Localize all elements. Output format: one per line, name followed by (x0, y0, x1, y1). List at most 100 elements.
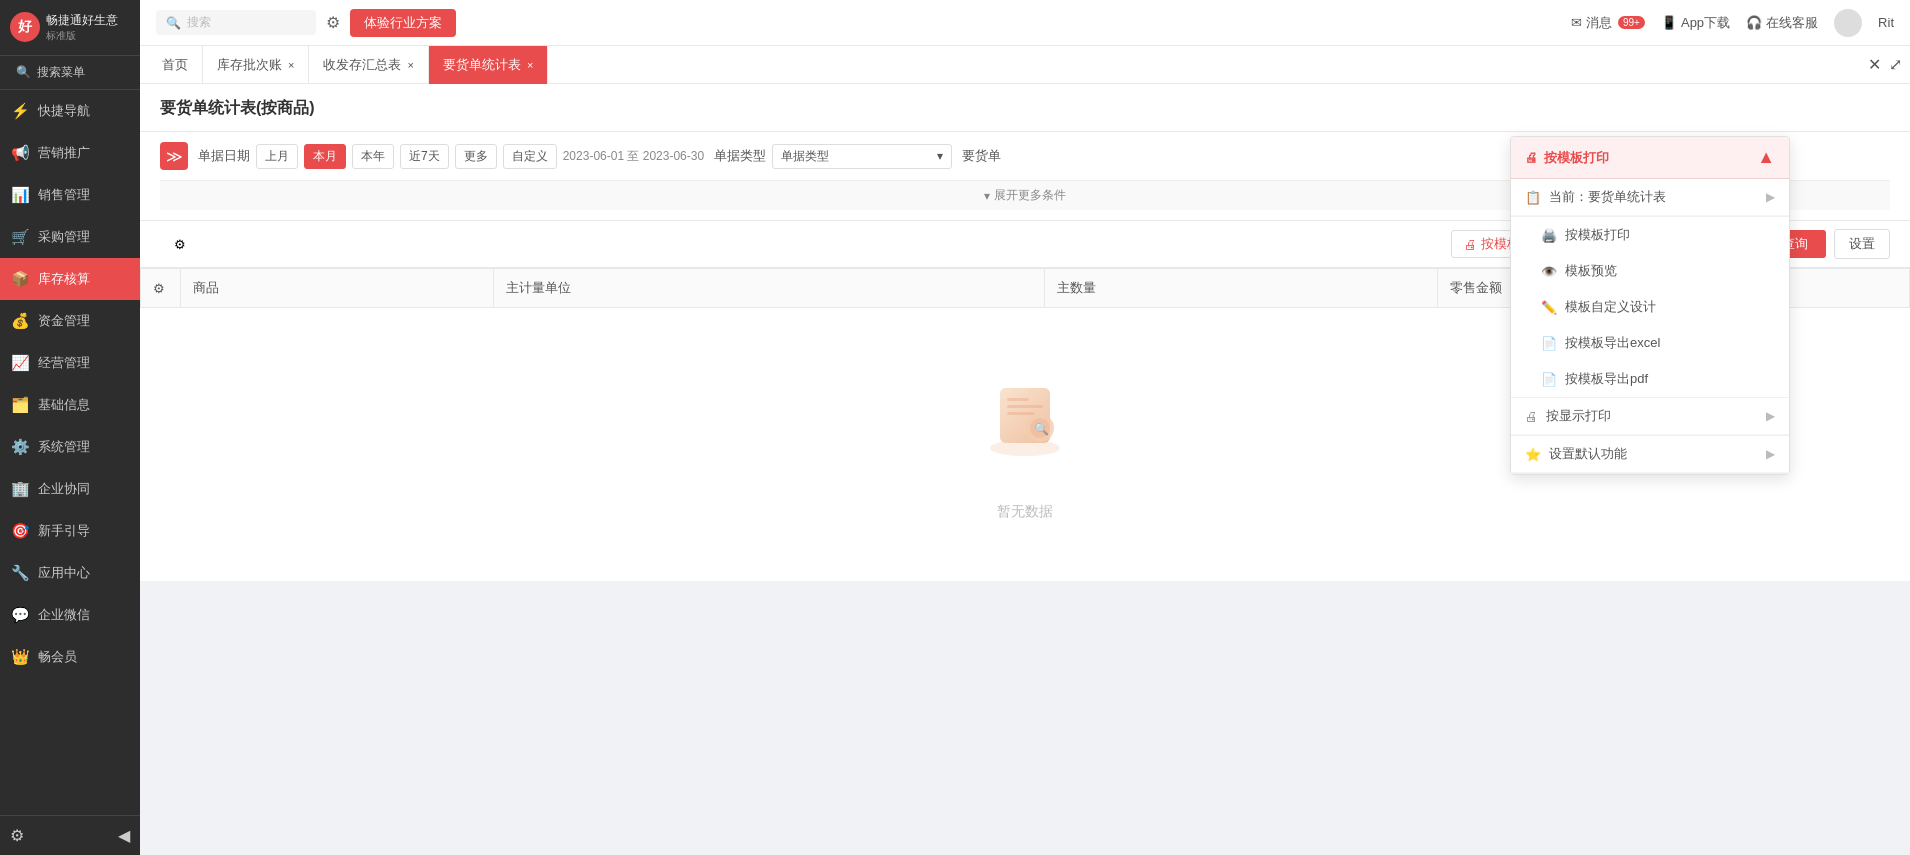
app-download-btn[interactable]: 📱 App下载 (1661, 14, 1730, 32)
tab-batch[interactable]: 库存批次账 × (203, 46, 309, 84)
tab-batch-close[interactable]: × (288, 59, 294, 71)
template-design-icon: ✏️ (1541, 300, 1557, 315)
vip-icon: 👑 (10, 647, 30, 667)
sidebar-item-finance[interactable]: 💰 资金管理 (0, 300, 140, 342)
online-service-btn[interactable]: 🎧 在线客服 (1746, 14, 1818, 32)
messages-btn[interactable]: ✉ 消息 99+ (1571, 14, 1645, 32)
date-filter-group: 单据日期 上月 本月 本年 近7天 更多 自定义 2023-06-01 至 20… (198, 144, 704, 169)
sidebar-item-basic[interactable]: 🗂️ 基础信息 (0, 384, 140, 426)
col-product: 商品 (181, 269, 494, 308)
template-preview-icon: 👁️ (1541, 264, 1557, 279)
tabbar-close-all-icon[interactable]: ✕ (1868, 55, 1881, 74)
sidebar-item-system[interactable]: ⚙️ 系统管理 (0, 426, 140, 468)
tab-order-stats-close[interactable]: × (527, 59, 533, 71)
user-name: Rit (1878, 15, 1894, 30)
marketing-icon: 📢 (10, 143, 30, 163)
sidebar-item-vip[interactable]: 👑 畅会员 (0, 636, 140, 678)
type-select[interactable]: 单据类型 ▾ (772, 144, 952, 169)
wechat-icon: 💬 (10, 605, 30, 625)
basic-icon: 🗂️ (10, 395, 30, 415)
svg-rect-5 (1007, 412, 1035, 415)
date-btn-7days[interactable]: 近7天 (400, 144, 449, 169)
finance-icon: 💰 (10, 311, 30, 331)
date-btn-last-month[interactable]: 上月 (256, 144, 298, 169)
dropdown-items-section: 🖨️ 按模板打印 👁️ 模板预览 ✏️ 模板自定义设计 (1511, 217, 1789, 398)
settings-btn[interactable]: 设置 (1834, 229, 1890, 259)
tab-home[interactable]: 首页 (148, 46, 203, 84)
sidebar-item-wechat[interactable]: 💬 企业微信 (0, 594, 140, 636)
sidebar-item-marketing[interactable]: 📢 营销推广 (0, 132, 140, 174)
settings-footer-icon[interactable]: ⚙ (10, 826, 24, 845)
filter-collapse-btn[interactable]: ≫ (160, 142, 188, 170)
service-icon: 🎧 (1746, 15, 1762, 30)
svg-rect-4 (1007, 405, 1043, 408)
enterprise-icon: 🏢 (10, 479, 30, 499)
current-chevron-icon: ▶ (1766, 190, 1775, 204)
dropdown-current-item[interactable]: 📋 当前：要货单统计表 ▶ (1511, 179, 1789, 216)
date-btn-more[interactable]: 更多 (455, 144, 497, 169)
dropdown-set-default[interactable]: ⭐ 设置默认功能 ▶ (1511, 436, 1789, 473)
date-btn-this-month[interactable]: 本月 (304, 144, 346, 169)
date-btn-this-year[interactable]: 本年 (352, 144, 394, 169)
toolbar-left: ⚙ (160, 237, 200, 252)
date-btn-custom[interactable]: 自定义 (503, 144, 557, 169)
tabbar-expand-icon[interactable]: ⤢ (1889, 55, 1902, 74)
message-icon: ✉ (1571, 15, 1582, 30)
print-dropdown: 🖨 按模板打印 ▲ 📋 当前：要货单统计表 ▶ 🖨️ (1510, 136, 1790, 475)
dropdown-item-template-print[interactable]: 🖨️ 按模板打印 (1511, 217, 1789, 253)
avatar[interactable] (1834, 9, 1862, 37)
current-item-left: 📋 当前：要货单统计表 (1525, 188, 1666, 206)
search-icon: 🔍 (16, 65, 31, 79)
collapse-icon[interactable]: ◀ (118, 826, 130, 845)
dropdown-item-template-preview[interactable]: 👁️ 模板预览 (1511, 253, 1789, 289)
topbar-gear-icon[interactable]: ⚙ (326, 13, 340, 32)
sidebar-item-appstore[interactable]: 🔧 应用中心 (0, 552, 140, 594)
sidebar-item-operations[interactable]: 📈 经营管理 (0, 342, 140, 384)
sidebar-footer: ⚙ ◀ (0, 815, 140, 855)
topbar-search-box[interactable]: 🔍 搜索 (156, 10, 316, 35)
printer-dropdown-icon: 🖨 (1525, 150, 1538, 165)
dropdown-item-export-excel[interactable]: 📄 按模板导出excel (1511, 325, 1789, 361)
sidebar-search[interactable]: 🔍 搜索菜单 (0, 56, 140, 90)
tab-order-stats[interactable]: 要货单统计表 × (429, 46, 548, 84)
dropdown-item-template-design[interactable]: ✏️ 模板自定义设计 (1511, 289, 1789, 325)
tabbar-actions: ✕ ⤢ (1868, 55, 1902, 74)
download-icon: 📱 (1661, 15, 1677, 30)
operations-icon: 📈 (10, 353, 30, 373)
sales-icon: 📊 (10, 185, 30, 205)
quick-nav-icon: ⚡ (10, 101, 30, 121)
empty-illustration: 🔍 (975, 368, 1075, 487)
main-content: 🔍 搜索 ⚙ 体验行业方案 ✉ 消息 99+ 📱 App下载 🎧 在线客服 Ri… (140, 0, 1910, 855)
dropdown-item-export-pdf[interactable]: 📄 按模板导出pdf (1511, 361, 1789, 397)
dropdown-display-print-section: 🖨 按显示打印 ▶ (1511, 398, 1789, 436)
page-title: 要货单统计表(按商品) (160, 98, 1890, 119)
col-quantity: 主数量 (1045, 269, 1437, 308)
tab-summary[interactable]: 收发存汇总表 × (309, 46, 428, 84)
table-col-settings[interactable]: ⚙ (160, 237, 200, 252)
inventory-icon: 📦 (10, 269, 30, 289)
industry-btn[interactable]: 体验行业方案 (350, 9, 456, 37)
sidebar: 好 畅捷通好生意 标准版 🔍 搜索菜单 ⚡ 快捷导航 📢 营销推广 📊 销售管理… (0, 0, 140, 855)
purchase-icon: 🛒 (10, 227, 30, 247)
sidebar-item-guide[interactable]: 🎯 新手引导 (0, 510, 140, 552)
dropdown-close-icon[interactable]: ▲ (1757, 147, 1775, 168)
system-icon: ⚙️ (10, 437, 30, 457)
logo-text: 畅捷通好生意 标准版 (46, 12, 118, 43)
sidebar-item-enterprise[interactable]: 🏢 企业协同 (0, 468, 140, 510)
table-col-settings-header[interactable]: ⚙ (141, 269, 181, 308)
topbar-left: 🔍 搜索 ⚙ 体验行业方案 (156, 9, 456, 37)
sidebar-item-purchase[interactable]: 🛒 采购管理 (0, 216, 140, 258)
type-filter-group: 单据类型 单据类型 ▾ (714, 144, 952, 169)
chevron-down-icon: ▾ (937, 149, 943, 163)
svg-rect-3 (1007, 398, 1029, 401)
app-logo: 好 畅捷通好生意 标准版 (0, 0, 140, 56)
sidebar-item-inventory[interactable]: 📦 库存核算 (0, 258, 140, 300)
sidebar-item-quick-nav[interactable]: ⚡ 快捷导航 (0, 90, 140, 132)
sidebar-item-sales[interactable]: 📊 销售管理 (0, 174, 140, 216)
logo-icon: 好 (10, 12, 40, 42)
topbar-search-icon: 🔍 (166, 16, 181, 30)
tab-summary-close[interactable]: × (407, 59, 413, 71)
export-excel-icon: 📄 (1541, 336, 1557, 351)
dropdown-display-print[interactable]: 🖨 按显示打印 ▶ (1511, 398, 1789, 435)
dropdown-header: 🖨 按模板打印 ▲ (1511, 137, 1789, 179)
